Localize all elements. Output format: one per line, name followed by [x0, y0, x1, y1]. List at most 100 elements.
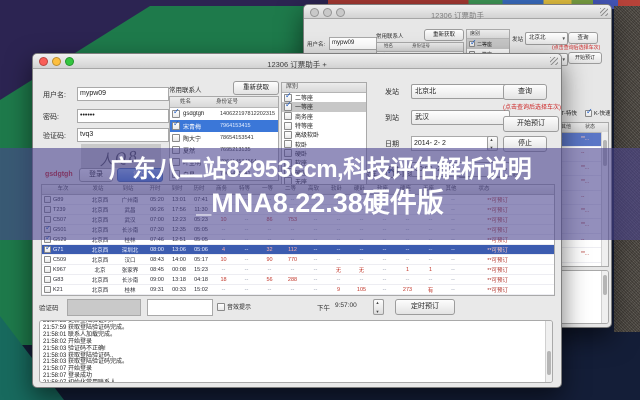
zoom-icon[interactable] — [65, 57, 74, 66]
seat-option[interactable]: 二等座 — [282, 92, 366, 103]
query-button[interactable]: 查询 — [568, 32, 598, 44]
timer-time-stepper[interactable] — [373, 299, 384, 315]
username-field[interactable]: mypw09 — [77, 87, 169, 101]
cell: 56 — [266, 276, 273, 283]
checkbox[interactable] — [284, 130, 292, 139]
zoom-icon[interactable] — [336, 8, 345, 17]
cell: -- — [359, 276, 364, 283]
contact-id: 140622197812202315 — [220, 111, 276, 117]
resize-grip-icon[interactable] — [550, 57, 558, 65]
from-select[interactable]: 北京北 — [411, 84, 510, 99]
cell: -- — [359, 256, 364, 263]
checkbox[interactable] — [44, 276, 51, 283]
checkbox[interactable] — [172, 108, 180, 118]
username-field[interactable]: mypw09 — [329, 37, 377, 50]
cell: 09:00 — [150, 276, 164, 283]
titlebar[interactable]: 12306 订票助手 + — [33, 54, 561, 69]
log-panel[interactable]: 21:57:38 更新登陆验证码.. 21:57:59 获取登陆验证码完成。 21:… — [39, 320, 553, 383]
refresh-contacts-button[interactable]: 重新获取 — [424, 29, 464, 41]
cell: -- — [336, 276, 341, 283]
checkbox[interactable] — [172, 134, 180, 142]
book-button[interactable]: 开始预订 — [503, 116, 559, 132]
cell: 00:33 — [172, 286, 186, 293]
contact-row[interactable]: gsdgtgh 140622197812202315 — [170, 108, 278, 120]
checkbox[interactable] — [469, 39, 477, 47]
cell: **可预订 — [487, 257, 508, 264]
cell: -- — [336, 246, 341, 253]
minimize-icon[interactable] — [52, 57, 61, 66]
titlebar[interactable]: 12306 订票助手 — [304, 5, 611, 20]
column-header: 状态 — [585, 124, 596, 130]
train-no-cell: K21 — [42, 286, 86, 293]
captcha-image-bottom[interactable] — [67, 299, 141, 316]
checkbox[interactable] — [217, 302, 225, 311]
cell: 08:43 — [150, 256, 164, 263]
captcha-field[interactable]: tvq3 — [77, 128, 169, 142]
password-label: 密码: — [43, 114, 59, 121]
captcha-label: 验证码: — [43, 133, 66, 140]
resize-grip-icon[interactable] — [600, 8, 608, 16]
timer-book-button[interactable]: 定时预订 — [395, 299, 455, 315]
filter-checkbox[interactable]: K-快速 — [585, 108, 611, 117]
seat-label: 二等座 — [295, 96, 314, 103]
cell: -- — [451, 256, 455, 263]
contact-id: 7964153415 — [220, 123, 251, 129]
train-row[interactable]: C511北京西汉口09:3214:5205:2031--118628------… — [42, 295, 554, 296]
seat-option[interactable]: 一等座 — [282, 101, 366, 112]
scrollbar-thumb[interactable] — [603, 275, 607, 295]
scrollbar[interactable] — [601, 271, 608, 323]
seat-label: 高级软卧 — [295, 133, 320, 140]
train-row[interactable]: G83 北京西 长沙南 09:00 13:18 04:18 18 -- 56 288 -- -- -- -… — [42, 275, 554, 285]
checkbox[interactable] — [284, 140, 292, 149]
scrollbar-thumb[interactable] — [547, 351, 551, 375]
minimize-icon[interactable] — [323, 8, 332, 17]
contact-row[interactable]: 宋青梅 7964153415 — [170, 120, 278, 132]
seat-label: 二等座 — [477, 41, 493, 48]
cell: -- — [581, 266, 584, 267]
username-label: 用户名: — [307, 42, 326, 48]
seat-option[interactable]: 特等座 — [282, 121, 366, 130]
train-row[interactable]: G71 北京西 深圳北 08:00 13:06 05:06 4 -- 32 112 -- -- -- --… — [42, 245, 554, 255]
cell: -- — [244, 276, 249, 283]
refresh-contacts-button[interactable]: 重新获取 — [233, 81, 279, 95]
filter-label: T-特快 — [561, 111, 577, 117]
cell: -- — [405, 276, 410, 283]
checkbox[interactable] — [585, 108, 593, 117]
train-row[interactable]: C509 北京西 汉口 08:43 14:00 05:17 10 -- 90 770 -- -- -- -… — [42, 255, 554, 265]
watermark-line2: _MNA8.22.38硬件版 — [196, 188, 444, 218]
scrollbar[interactable] — [545, 321, 552, 382]
sound-checkbox[interactable]: 音效提示 — [217, 302, 251, 311]
cell: 770 — [287, 256, 298, 263]
close-icon[interactable] — [310, 8, 319, 17]
checkbox[interactable] — [44, 256, 51, 263]
train-row[interactable]: K967 北京 张家界 08:45 00:08 15:23 -- -- -- -- -- 无 无 -- 1 1… — [42, 265, 554, 275]
cell: 08:00 — [150, 246, 164, 253]
cell: -- — [451, 276, 455, 283]
password-field[interactable]: •••••• — [77, 109, 169, 123]
traffic-lights — [39, 57, 74, 66]
checkbox[interactable] — [44, 266, 51, 273]
book-button[interactable]: 开始预订 — [568, 52, 602, 64]
checkbox[interactable] — [44, 246, 52, 253]
cell: 北京西 — [91, 257, 109, 264]
checkbox[interactable] — [172, 120, 180, 130]
contact-row[interactable]: 陶大宁 78654153541 — [170, 132, 278, 144]
captcha-input-bottom[interactable] — [147, 299, 213, 316]
query-button[interactable]: 查询 — [503, 84, 547, 100]
seat-option[interactable]: 高级软卧 — [282, 130, 366, 139]
seat-option[interactable]: 商务座 — [282, 112, 366, 121]
cell: -- — [221, 266, 226, 273]
cell: **可预订 — [464, 296, 508, 297]
cell: **可预订 — [487, 267, 508, 274]
checkbox[interactable] — [284, 101, 292, 111]
seat-option[interactable]: 二等座 — [467, 39, 509, 49]
checkbox[interactable] — [284, 121, 292, 130]
cell: -- — [313, 246, 318, 253]
checkbox[interactable] — [44, 286, 51, 293]
cell: 1 — [405, 266, 410, 273]
train-row[interactable]: K21 北京西 桂林 09:31 00:33 15:02 -- -- -- -- -- 9 105 -- 2… — [42, 285, 554, 295]
checkbox[interactable] — [284, 112, 292, 121]
close-icon[interactable] — [39, 57, 48, 66]
to-select[interactable]: 武汉 — [411, 110, 510, 125]
cell: 05:06 — [194, 246, 208, 253]
